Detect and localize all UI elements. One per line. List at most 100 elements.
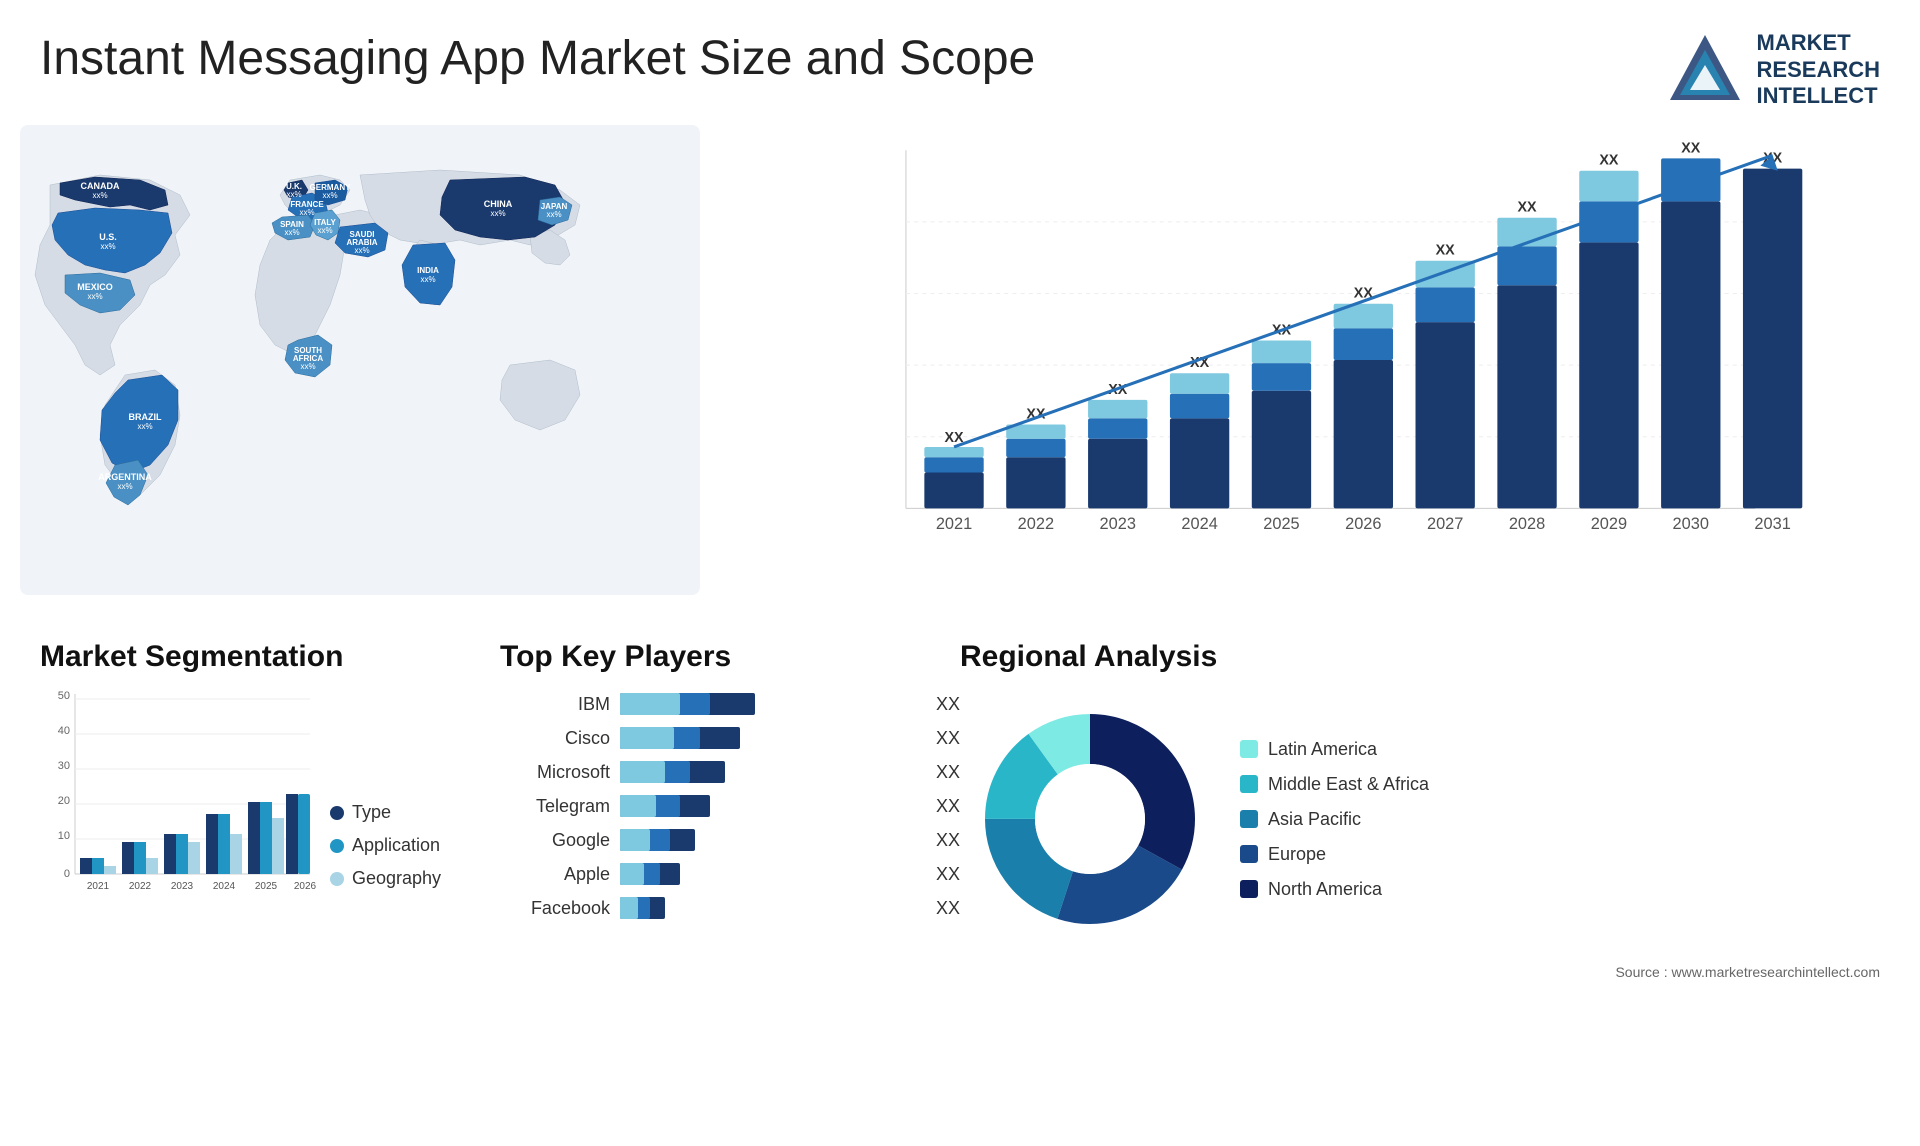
svg-text:INDIA: INDIA [417, 266, 439, 275]
svg-text:2027: 2027 [1427, 515, 1463, 533]
middle-east-dot [1240, 775, 1258, 793]
regional-content: Latin America Middle East & Africa Asia … [960, 689, 1880, 949]
telegram-bar [620, 791, 920, 821]
europe-dot [1240, 845, 1258, 863]
players-section: Top Key Players IBM XX Cisco [500, 640, 920, 949]
player-row-apple: Apple XX [500, 859, 920, 889]
player-row-facebook: Facebook XX [500, 893, 920, 923]
legend-europe: Europe [1240, 844, 1429, 865]
players-list: IBM XX Cisco [500, 689, 920, 923]
microsoft-bar [620, 757, 920, 787]
seg-chart: 0 10 20 30 40 50 2021 [40, 689, 320, 919]
svg-text:xx%: xx% [87, 292, 102, 301]
facebook-bar [620, 893, 920, 923]
svg-text:xx%: xx% [490, 209, 505, 218]
bar-chart-section: XX XX XX XX XX XX [700, 120, 1900, 600]
svg-text:2028: 2028 [1509, 515, 1545, 533]
legend-latin-america: Latin America [1240, 739, 1429, 760]
svg-text:2024: 2024 [213, 881, 236, 892]
header: Instant Messaging App Market Size and Sc… [0, 0, 1920, 120]
svg-text:CHINA: CHINA [484, 199, 513, 209]
ibm-bar [620, 689, 920, 719]
svg-text:40: 40 [58, 725, 70, 737]
player-row-microsoft: Microsoft XX [500, 757, 920, 787]
latin-america-dot [1240, 740, 1258, 758]
svg-text:2023: 2023 [1100, 515, 1136, 533]
svg-text:BRAZIL: BRAZIL [129, 412, 162, 422]
svg-text:2022: 2022 [1018, 515, 1054, 533]
svg-text:xx%: xx% [92, 191, 107, 200]
svg-text:ARGENTINA: ARGENTINA [98, 472, 152, 482]
svg-text:xx%: xx% [117, 482, 132, 491]
svg-text:XX: XX [1436, 243, 1456, 259]
svg-text:XX: XX [1681, 140, 1701, 156]
apple-bar [620, 859, 920, 889]
legend-geography: Geography [330, 868, 441, 889]
svg-text:xx%: xx% [322, 191, 337, 200]
svg-text:50: 50 [58, 690, 70, 702]
svg-text:xx%: xx% [317, 226, 332, 235]
segmentation-title: Market Segmentation [40, 640, 460, 674]
player-row-google: Google XX [500, 825, 920, 855]
bottom-section: Market Segmentation 0 10 20 30 40 50 [0, 610, 1920, 959]
svg-text:2025: 2025 [255, 881, 278, 892]
svg-text:2024: 2024 [1181, 515, 1217, 533]
source-text: Source : www.marketresearchintellect.com [0, 959, 1920, 985]
legend-north-america: North America [1240, 879, 1429, 900]
map-section: CANADA xx% U.S. xx% MEXICO xx% BRAZIL xx… [20, 120, 700, 600]
players-title: Top Key Players [500, 640, 920, 674]
svg-text:xx%: xx% [284, 228, 299, 237]
svg-text:2022: 2022 [129, 881, 152, 892]
seg-chart-area: 0 10 20 30 40 50 2021 [40, 689, 460, 919]
legend-asia-pacific: Asia Pacific [1240, 809, 1429, 830]
logo-text: MARKET RESEARCH INTELLECT [1757, 30, 1880, 109]
main-content: CANADA xx% U.S. xx% MEXICO xx% BRAZIL xx… [0, 120, 1920, 600]
application-dot [330, 839, 344, 853]
svg-text:2026: 2026 [1345, 515, 1381, 533]
player-row-ibm: IBM XX [500, 689, 920, 719]
svg-text:xx%: xx% [299, 208, 314, 217]
svg-text:2023: 2023 [171, 881, 194, 892]
seg-bar-chart: 0 10 20 30 40 50 2021 [40, 689, 320, 919]
canada-label: CANADA [81, 181, 120, 191]
svg-text:2030: 2030 [1673, 515, 1709, 533]
svg-text:xx%: xx% [354, 246, 369, 255]
svg-text:2021: 2021 [87, 881, 110, 892]
svg-text:0: 0 [64, 868, 70, 880]
svg-text:30: 30 [58, 760, 70, 772]
player-row-cisco: Cisco XX [500, 723, 920, 753]
svg-text:xx%: xx% [286, 190, 301, 199]
legend-middle-east: Middle East & Africa [1240, 774, 1429, 795]
world-map: CANADA xx% U.S. xx% MEXICO xx% BRAZIL xx… [20, 120, 700, 600]
asia-pacific-dot [1240, 810, 1258, 828]
regional-legend: Latin America Middle East & Africa Asia … [1240, 739, 1429, 900]
logo-icon [1665, 30, 1745, 110]
growth-bar-chart: XX XX XX XX XX XX [740, 140, 1870, 580]
svg-text:XX: XX [1517, 200, 1537, 216]
donut-chart [960, 689, 1220, 949]
google-bar [620, 825, 920, 855]
svg-text:2026: 2026 [294, 881, 317, 892]
north-america-dot [1240, 880, 1258, 898]
svg-text:2029: 2029 [1591, 515, 1627, 533]
cisco-bar [620, 723, 920, 753]
svg-text:20: 20 [58, 795, 70, 807]
svg-text:xx%: xx% [300, 362, 315, 371]
legend-type: Type [330, 802, 441, 823]
svg-text:xx%: xx% [100, 242, 115, 251]
svg-text:10: 10 [58, 830, 70, 842]
player-row-telegram: Telegram XX [500, 791, 920, 821]
svg-text:xx%: xx% [137, 422, 152, 431]
svg-text:2031: 2031 [1754, 515, 1790, 533]
logo: MARKET RESEARCH INTELLECT [1665, 30, 1880, 110]
segmentation-section: Market Segmentation 0 10 20 30 40 50 [40, 640, 460, 949]
segmentation-legend: Type Application Geography [330, 802, 441, 919]
svg-text:2025: 2025 [1263, 515, 1299, 533]
svg-text:xx%: xx% [420, 275, 435, 284]
page-title: Instant Messaging App Market Size and Sc… [40, 30, 1035, 88]
type-dot [330, 806, 344, 820]
svg-text:XX: XX [1599, 153, 1619, 169]
legend-application: Application [330, 835, 441, 856]
regional-title: Regional Analysis [960, 640, 1880, 674]
svg-text:MEXICO: MEXICO [77, 282, 113, 292]
